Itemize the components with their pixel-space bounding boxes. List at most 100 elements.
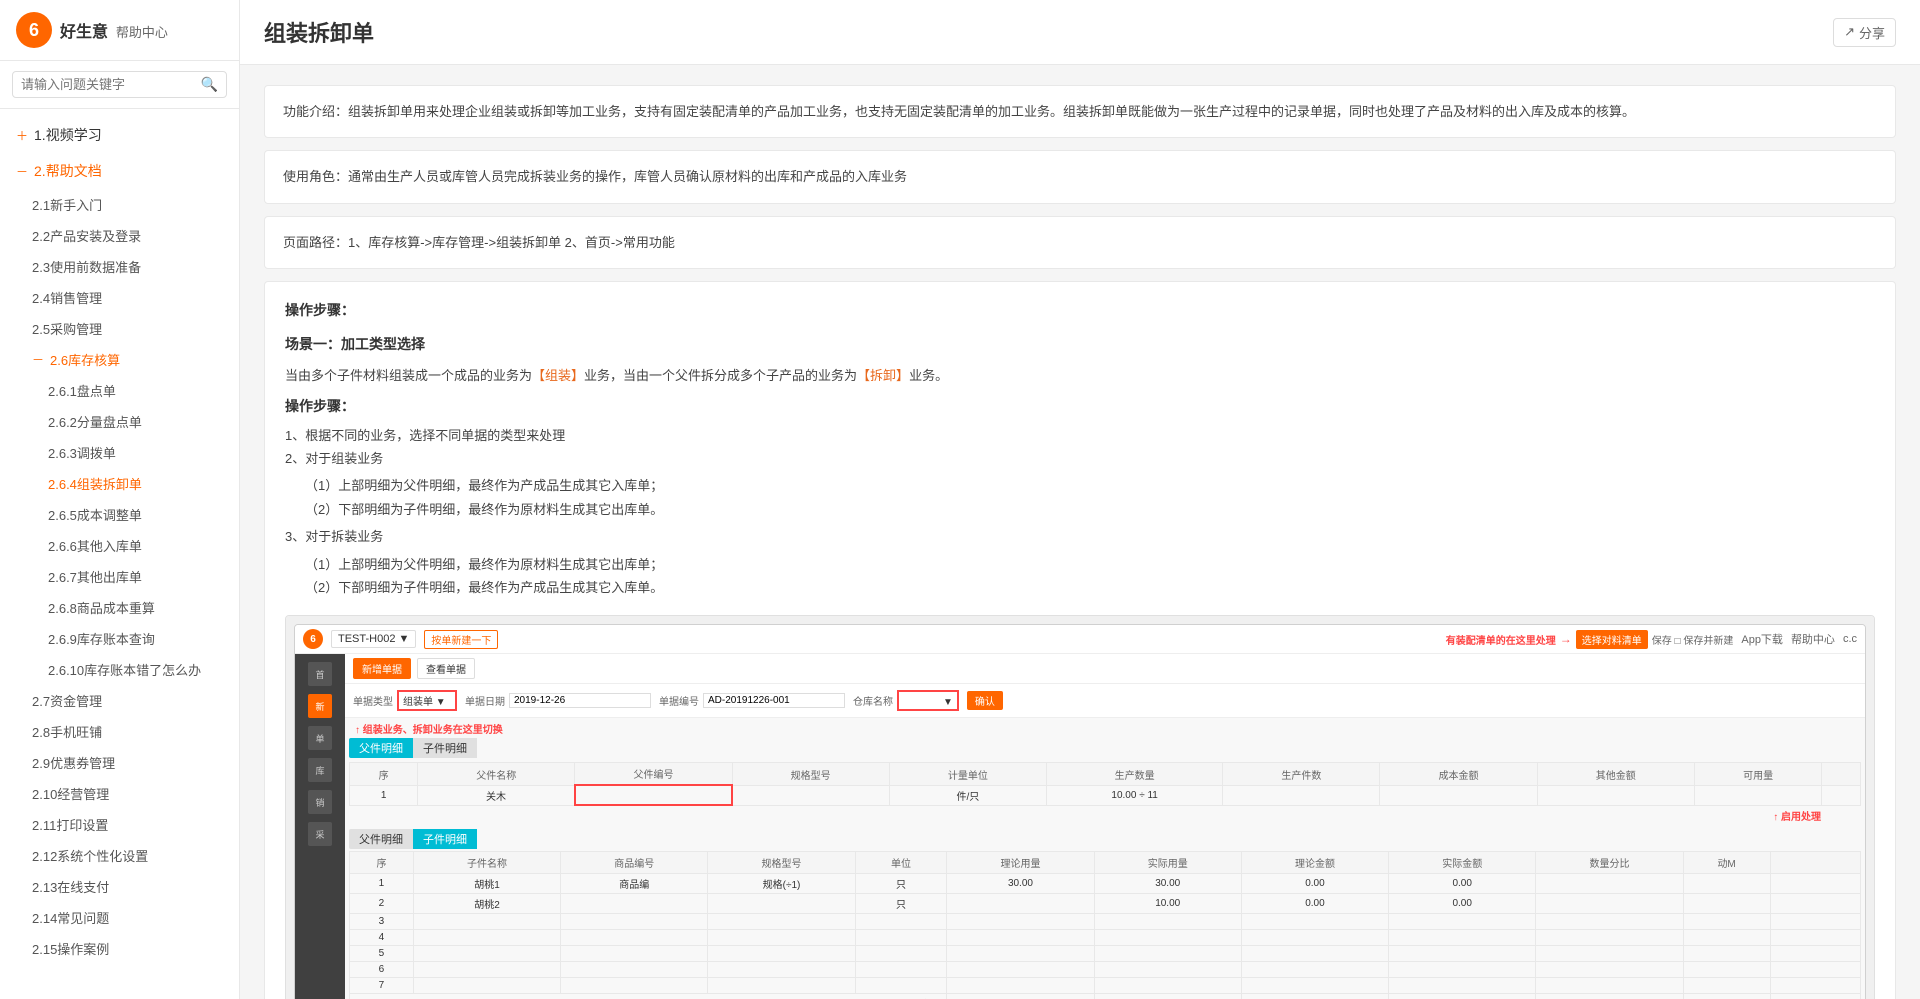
main-area: 组装拆卸单 ↗ 分享 功能介绍：组装拆卸单用来处理企业组装或拆卸等加工业务，支持… xyxy=(240,0,1920,999)
step2: 2、对于组装业务 xyxy=(285,447,1875,470)
table-row: 3 xyxy=(350,914,1861,930)
table-row: 1 胡桃1 商品编 规格(÷1) 只 30.00 30.00 0 xyxy=(350,874,1861,894)
intro-text: 功能介绍：组装拆卸单用来处理企业组装或拆卸等加工业务，支持有固定装配清单的产品加… xyxy=(283,104,1635,119)
search-box[interactable]: 🔍 xyxy=(12,71,227,98)
sidebar-item-21[interactable]: 2.1新手入门 xyxy=(24,189,239,220)
step3-sub2: （2）下部明细为子件明细，最终作为产成品生成其它入库单。 xyxy=(305,576,1875,599)
sidebar-item-265[interactable]: 2.6.5成本调整单 xyxy=(40,499,239,530)
path-text: 页面路径：1、库存核算->库存管理->组装拆卸单 2、首页->常用功能 xyxy=(283,235,675,250)
sidebar-item-docs[interactable]: － 2.帮助文档 2.1新手入门 2.2产品安装及登录 2.3使用前数据准备 2… xyxy=(0,153,239,964)
sidebar-item-210[interactable]: 2.10经营管理 xyxy=(24,778,239,809)
mock-lower-table: 序 子件名称 商品编号 规格型号 单位 理论用量 实际用量 理论 xyxy=(349,851,1861,999)
mock-icon-home[interactable]: 首 xyxy=(308,662,332,686)
table-footer: 合计 0.00 0.00 0.00 0.00 0.00 xyxy=(350,994,1861,999)
sidebar-item-23[interactable]: 2.3使用前数据准备 xyxy=(24,251,239,282)
mock-company: TEST-H002 ▼ xyxy=(331,630,416,648)
sidebar-item-27[interactable]: 2.7资金管理 xyxy=(24,685,239,716)
screenshot-container: 6 TEST-H002 ▼ 按单新建一下 有装配清单的在这里处理 → 选择对料清… xyxy=(285,615,1875,999)
sidebar-item-212[interactable]: 2.12系统个性化设置 xyxy=(24,840,239,871)
mock-neworder[interactable]: 按单新建一下 xyxy=(424,630,498,649)
sidebar-item-29[interactable]: 2.9优惠券管理 xyxy=(24,747,239,778)
sidebar-item-268[interactable]: 2.6.8商品成本重算 xyxy=(40,592,239,623)
sidebar-item-22[interactable]: 2.2产品安装及登录 xyxy=(24,220,239,251)
mock-order-input[interactable] xyxy=(703,693,845,708)
main-header: 组装拆卸单 ↗ 分享 xyxy=(240,0,1920,65)
app-logo: 6 xyxy=(16,12,52,48)
mock-upper-table: 序 父件名称 父件编号 规格型号 计量单位 生产数量 生产件数 xyxy=(349,762,1861,806)
mock-appstore: App下载 xyxy=(1741,631,1783,647)
table-row: 2 胡桃2 只 10.00 0.00 xyxy=(350,894,1861,914)
mock-logo: 6 xyxy=(303,629,323,649)
mock-field-date: 单据日期 xyxy=(465,693,651,708)
mock-tab-view[interactable]: 查看单据 xyxy=(417,658,475,679)
sidebar-item-24[interactable]: 2.4销售管理 xyxy=(24,282,239,313)
sidebar-item-269[interactable]: 2.6.9库存账本查询 xyxy=(40,623,239,654)
sidebar-item-214[interactable]: 2.14常见问题 xyxy=(24,902,239,933)
sidebar-item-261[interactable]: 2.6.1盘点单 xyxy=(40,375,239,406)
sidebar-item-263[interactable]: 2.6.3调拨单 xyxy=(40,437,239,468)
mock-warehouse-input[interactable]: ▼ xyxy=(897,690,959,711)
mock-icon-new[interactable]: 新 xyxy=(308,694,332,718)
search-icon[interactable]: 🔍 xyxy=(201,76,218,93)
mock-icon-purchase[interactable]: 采 xyxy=(308,822,332,846)
app-subtitle: 帮助中心 xyxy=(116,25,168,40)
mock-confirm-btn[interactable]: 确认 xyxy=(967,691,1003,710)
step3: 3、对于拆装业务 xyxy=(285,525,1875,548)
logo-area: 6 好生意 帮助中心 xyxy=(0,0,239,61)
mock-sidebar: 首 新 单 库 销 采 xyxy=(295,654,345,999)
mock-type-input[interactable]: 组装单 ▼ xyxy=(397,690,457,711)
step1: 1、根据不同的业务，选择不同单据的类型来处理 xyxy=(285,424,1875,447)
sidebar-item-2610[interactable]: 2.6.10库存账本错了怎么办 xyxy=(40,654,239,685)
search-area: 🔍 xyxy=(0,61,239,109)
sidebar: 6 好生意 帮助中心 🔍 ＋ 1.视频学习 － 2.帮助文档 2.1新 xyxy=(0,0,240,999)
sidebar-item-266[interactable]: 2.6.6其他入库单 xyxy=(40,530,239,561)
sidebar-item-26-group: － 2.6库存核算 2.6.1盘点单 2.6.2分量盘点单 2.6.3调拨单 2… xyxy=(24,344,239,685)
mock-field-warehouse: 仓库名称 ▼ xyxy=(853,690,959,711)
sidebar-item-213[interactable]: 2.13在线支付 xyxy=(24,871,239,902)
sidebar-item-215[interactable]: 2.15操作案例 xyxy=(24,933,239,964)
mock-section2-upper: 父件明细 xyxy=(349,829,413,849)
table-row: 5 xyxy=(350,946,1861,962)
step2-sub1: （1）上部明细为父件明细，最终作为产成品生成其它入库单； xyxy=(305,474,1875,497)
steps-container: 操作步骤： 场景一：加工类型选择 当由多个子件材料组装成一个成品的业务为【组装】… xyxy=(264,281,1896,999)
table-row: 4 xyxy=(350,930,1861,946)
sidebar-item-211[interactable]: 2.11打印设置 xyxy=(24,809,239,840)
content-area: 功能介绍：组装拆卸单用来处理企业组装或拆卸等加工业务，支持有固定装配清单的产品加… xyxy=(240,65,1920,999)
mock-main-content: 新增单据 查看单据 单据类型 组装单 ▼ xyxy=(345,654,1865,999)
mock-date-input[interactable] xyxy=(509,693,651,708)
sidebar-item-26[interactable]: － 2.6库存核算 xyxy=(24,344,239,375)
annotation2-label: ↑ 组装业务、拆卸业务在这里切换 xyxy=(355,721,503,736)
mock-tab-new[interactable]: 新增单据 xyxy=(353,658,411,679)
app-title: 好生意 xyxy=(60,24,108,41)
annotation3-label: ↑ 启用处理 xyxy=(349,808,1821,823)
nav-list: ＋ 1.视频学习 － 2.帮助文档 2.1新手入门 2.2产品安装及登录 2.3… xyxy=(0,109,239,999)
mock-field-order: 单据编号 xyxy=(659,693,845,708)
search-input[interactable] xyxy=(21,77,201,92)
step3-sub1: （1）上部明细为父件明细，最终作为原材料生成其它出库单； xyxy=(305,553,1875,576)
sidebar-item-28[interactable]: 2.8手机旺铺 xyxy=(24,716,239,747)
table-row: 7 xyxy=(350,978,1861,994)
mock-tabs: 新增单据 查看单据 xyxy=(345,654,1865,684)
table-row: 6 xyxy=(350,962,1861,978)
role-block: 使用角色：通常由生产人员或库管人员完成拆装业务的操作，库管人员确认原材料的出库和… xyxy=(264,150,1896,203)
mock-section-header-lower: 子件明细 xyxy=(413,738,477,758)
mock-section2-lower: 子件明细 xyxy=(413,829,477,849)
scene1-desc: 当由多个子件材料组装成一个成品的业务为【组装】业务，当由一个父件拆分成多个子产品… xyxy=(285,364,1875,387)
mock-topbar: 6 TEST-H002 ▼ 按单新建一下 有装配清单的在这里处理 → 选择对料清… xyxy=(295,625,1865,654)
step-list: 1、根据不同的业务，选择不同单据的类型来处理 2、对于组装业务 （1）上部明细为… xyxy=(285,424,1875,600)
step2-sub2: （2）下部明细为子件明细，最终作为原材料生成其它出库单。 xyxy=(305,498,1875,521)
sidebar-item-video[interactable]: ＋ 1.视频学习 xyxy=(0,117,239,153)
mock-icon-sales[interactable]: 销 xyxy=(308,790,332,814)
sidebar-item-264[interactable]: 2.6.4组装拆卸单 xyxy=(40,468,239,499)
sidebar-item-267[interactable]: 2.6.7其他出库单 xyxy=(40,561,239,592)
mock-icon-stock[interactable]: 库 xyxy=(308,758,332,782)
share-button[interactable]: ↗ 分享 xyxy=(1833,18,1896,47)
mock-select-btn[interactable]: 选择对料清单 xyxy=(1576,630,1648,649)
sidebar-item-25[interactable]: 2.5采购管理 xyxy=(24,313,239,344)
table-row: 1 关木 件/只 10.00 ÷ 11 xyxy=(350,785,1861,805)
intro-block: 功能介绍：组装拆卸单用来处理企业组装或拆卸等加工业务，支持有固定装配清单的产品加… xyxy=(264,85,1896,138)
role-text: 使用角色：通常由生产人员或库管人员完成拆装业务的操作，库管人员确认原材料的出库和… xyxy=(283,169,907,184)
page-title: 组装拆卸单 xyxy=(264,16,374,48)
sidebar-item-262[interactable]: 2.6.2分量盘点单 xyxy=(40,406,239,437)
mock-icon-order[interactable]: 单 xyxy=(308,726,332,750)
